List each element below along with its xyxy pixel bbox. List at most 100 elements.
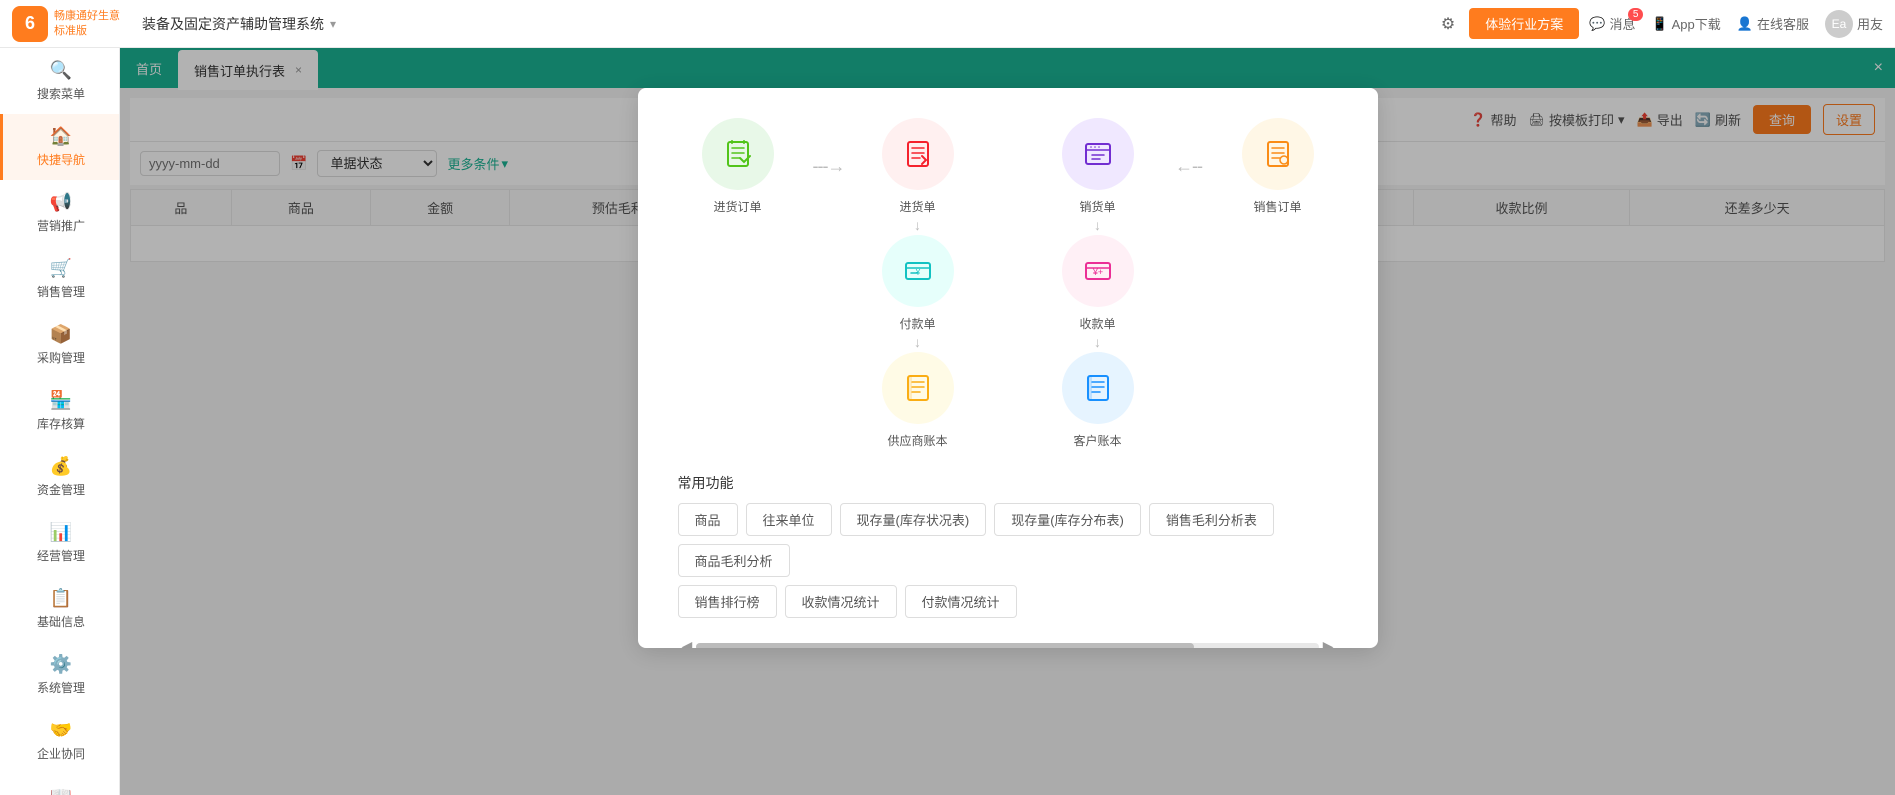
receipt-bill-icon: ¥+ [1062, 235, 1134, 307]
arrow-receipt-down: ↓ [1094, 334, 1101, 350]
search-icon: 🔍 [50, 60, 72, 81]
flow-node-receipt-bill[interactable]: ¥+ 收款单 [1062, 235, 1134, 332]
flow-node-customer-ledger[interactable]: 客户账本 [1062, 352, 1134, 449]
sidebar-item-system[interactable]: ⚙️ 系统管理 [0, 642, 119, 708]
arrow-purchase-to-bill: - - - → [813, 156, 843, 177]
func-btn-stock-dist[interactable]: 现存量(库存分布表) [994, 503, 1141, 536]
content-area: 🔍 搜索菜单 🏠 快捷导航 📢 营销推广 🛒 销售管理 📦 采购管理 🏪 [0, 48, 1895, 795]
customer-ledger-icon [1062, 352, 1134, 424]
payment-bill-label: 付款单 [899, 315, 935, 332]
guide-icon: 📖 [50, 786, 72, 795]
func-btn-product[interactable]: 商品 [678, 503, 738, 536]
scrollbar-track[interactable] [696, 643, 1318, 649]
online-service-button[interactable]: 👤 在线客服 [1737, 14, 1809, 33]
collab-icon: 🤝 [50, 720, 72, 741]
sidebar-item-finance[interactable]: 💰 资金管理 [0, 444, 119, 510]
message-badge: 5 [1628, 8, 1644, 21]
scroll-right-arrow[interactable]: ▶ [1319, 638, 1338, 648]
sales-order-label: 销售订单 [1253, 198, 1301, 215]
sidebar-item-search[interactable]: 🔍 搜索菜单 [0, 48, 119, 114]
supplier-ledger-icon [882, 352, 954, 424]
sidebar: 🔍 搜索菜单 🏠 快捷导航 📢 营销推广 🛒 销售管理 📦 采购管理 🏪 [0, 48, 120, 795]
purchase-bill-label: 进货单 [899, 198, 935, 215]
flow-node-purchase-bill[interactable]: 进货单 [882, 118, 954, 215]
func-btn-sales-ranking[interactable]: 销售排行榜 [678, 585, 777, 618]
settings-icon[interactable]: ⚙ [1437, 10, 1459, 38]
svg-text:¥+: ¥+ [1091, 267, 1102, 277]
purchase-order-label: 进货订单 [713, 198, 761, 215]
sidebar-item-quick-nav[interactable]: 🏠 快捷导航 [0, 114, 119, 180]
sidebar-item-marketing[interactable]: 📢 营销推广 [0, 180, 119, 246]
message-icon: 💬 [1589, 16, 1605, 32]
receipt-bill-label: 收款单 [1079, 315, 1115, 332]
app-download-button[interactable]: 📱 App下载 [1651, 14, 1720, 33]
arrow-sales-order-to-bill: ← - - [1175, 156, 1200, 177]
sidebar-item-guide[interactable]: 📖 新手引导 [0, 774, 119, 795]
page-body: ❓ 帮助 🖨 按模板打印 ▾ 📤 导出 🔄 刷新 [120, 88, 1895, 795]
quick-nav-modal: 进货订单 - - - → 进货单 → [638, 88, 1378, 648]
marketing-icon: 📢 [50, 192, 72, 213]
flow-node-sales-bill[interactable]: 销货单 [1062, 118, 1134, 215]
service-icon: 👤 [1737, 16, 1753, 32]
logo-icon: 6 [12, 6, 48, 42]
func-buttons-row1: 商品 往来单位 现存量(库存状况表) 现存量(库存分布表) 销售毛利分析表 商品… [678, 503, 1338, 577]
scroll-left-arrow[interactable]: ◀ [678, 638, 697, 648]
modal-scrollbar: ◀ ▶ [678, 638, 1338, 648]
svg-text:¥: ¥ [914, 268, 920, 277]
sidebar-item-operations[interactable]: 📊 经营管理 [0, 510, 119, 576]
logo-area: 6 畅康通好生意 标准版 [12, 6, 132, 42]
func-buttons-row2: 销售排行榜 收款情况统计 付款情况统计 [678, 585, 1338, 618]
flow-node-payment-bill[interactable]: ¥ 付款单 [882, 235, 954, 332]
supplier-ledger-label: 供应商账本 [887, 432, 947, 449]
sales-order-icon [1242, 118, 1314, 190]
func-btn-sales-profit[interactable]: 销售毛利分析表 [1149, 503, 1274, 536]
arrow-bill-down: ↓ [914, 217, 921, 233]
avatar: Ea [1825, 10, 1853, 38]
flow-node-sales-order[interactable]: 销售订单 [1242, 118, 1314, 215]
flow-node-purchase-order[interactable]: 进货订单 [702, 118, 774, 215]
sidebar-item-purchase[interactable]: 📦 采购管理 [0, 312, 119, 378]
home-icon: 🏠 [50, 126, 72, 147]
system-title-text: 装备及固定资产辅助管理系统 [142, 14, 324, 34]
system-title-area: 装备及固定资产辅助管理系统 ▾ [142, 14, 1427, 34]
basic-info-icon: 📋 [50, 588, 72, 609]
arrow-sales-down: ↓ [1094, 217, 1101, 233]
logo-text: 畅康通好生意 标准版 [54, 9, 120, 38]
func-btn-receipt-stats[interactable]: 收款情况统计 [785, 585, 897, 618]
header-right: 💬 消息 5 📱 App下载 👤 在线客服 Ea 用友 [1589, 10, 1883, 38]
finance-icon: 💰 [50, 456, 72, 477]
func-btn-stock-status[interactable]: 现存量(库存状况表) [840, 503, 987, 536]
inventory-icon: 🏪 [50, 390, 72, 411]
common-functions: 常用功能 商品 往来单位 现存量(库存状况表) 现存量(库存分布表) 销售毛利分… [678, 473, 1338, 618]
download-icon: 📱 [1651, 16, 1667, 32]
title-dropdown-icon[interactable]: ▾ [330, 17, 336, 31]
purchase-order-icon [702, 118, 774, 190]
sidebar-item-basic-info[interactable]: 📋 基础信息 [0, 576, 119, 642]
trial-button[interactable]: 体验行业方案 [1469, 8, 1579, 39]
purchase-icon: 📦 [50, 324, 72, 345]
sidebar-item-inventory[interactable]: 🏪 库存核算 [0, 378, 119, 444]
scrollbar-thumb [696, 643, 1194, 649]
message-button[interactable]: 💬 消息 5 [1589, 14, 1635, 33]
sidebar-item-sales[interactable]: 🛒 销售管理 [0, 246, 119, 312]
operations-icon: 📊 [50, 522, 72, 543]
arrow-payment-down: ↓ [914, 334, 921, 350]
system-icon: ⚙️ [50, 654, 72, 675]
flow-node-supplier-ledger[interactable]: 供应商账本 [882, 352, 954, 449]
purchase-bill-icon [882, 118, 954, 190]
modal-overlay[interactable]: 进货订单 - - - → 进货单 → [120, 88, 1895, 795]
sidebar-item-collab[interactable]: 🤝 企业协同 [0, 708, 119, 774]
func-btn-payment-stats[interactable]: 付款情况统计 [905, 585, 1017, 618]
customer-ledger-label: 客户账本 [1073, 432, 1121, 449]
common-functions-title: 常用功能 [678, 473, 1338, 493]
main-content: 首页 销售订单执行表 × × ❓ 帮助 🖨 [120, 48, 1895, 795]
func-btn-contacts[interactable]: 往来单位 [746, 503, 832, 536]
payment-bill-icon: ¥ [882, 235, 954, 307]
top-header: 6 畅康通好生意 标准版 装备及固定资产辅助管理系统 ▾ ⚙ 体验行业方案 💬 … [0, 0, 1895, 48]
sales-icon: 🛒 [50, 258, 72, 279]
user-area[interactable]: Ea 用友 [1825, 10, 1883, 38]
arrow-gap1: → [1001, 159, 1014, 174]
sales-bill-label: 销货单 [1079, 198, 1115, 215]
func-btn-product-profit[interactable]: 商品毛利分析 [678, 544, 790, 577]
sales-bill-icon [1062, 118, 1134, 190]
